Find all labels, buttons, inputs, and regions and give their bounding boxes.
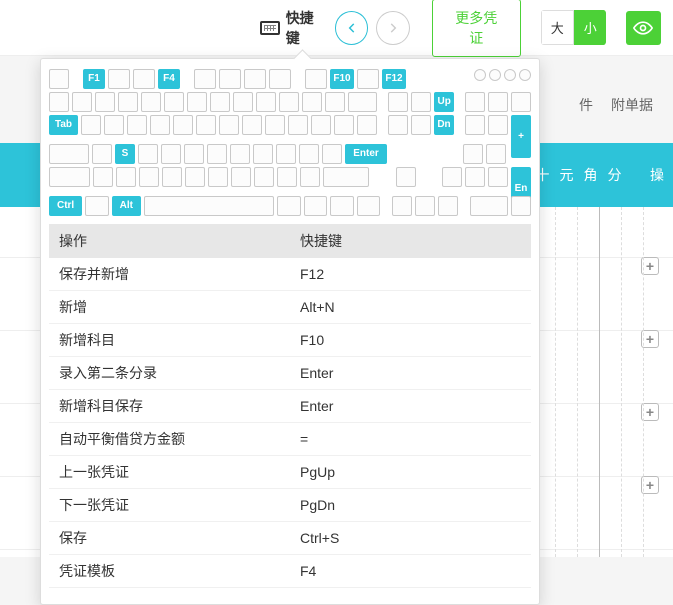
- next-button[interactable]: [376, 11, 409, 45]
- unit-col: 分: [604, 165, 626, 185]
- table-row: 保存Ctrl+S: [49, 522, 531, 555]
- shortcut-popover: F1 F4 F10 F12: [40, 58, 540, 605]
- eye-icon: [633, 18, 653, 38]
- top-toolbar: 快捷键 更多凭证 大 小: [0, 0, 673, 56]
- size-small[interactable]: 小: [574, 10, 606, 45]
- unit-columns: 十 元 角 分: [532, 165, 626, 185]
- secondary-header: 件 附单据: [579, 95, 653, 115]
- key-f1: F1: [83, 69, 105, 89]
- table-head-key: 快捷键: [290, 224, 531, 258]
- size-toggle[interactable]: 大 小: [541, 10, 606, 45]
- key-alt: Alt: [112, 196, 141, 216]
- key-f4: F4: [158, 69, 180, 89]
- keyboard-icon: [260, 21, 280, 35]
- key-f10: F10: [330, 69, 354, 89]
- arrow-right-icon: [386, 21, 400, 35]
- table-row: 新增科目保存Enter: [49, 390, 531, 423]
- shortcut-trigger[interactable]: 快捷键: [260, 8, 327, 48]
- key-plus: +: [511, 115, 531, 158]
- table-row: 自动平衡借贷方金额=: [49, 423, 531, 456]
- table-row: 凭证模板F4: [49, 555, 531, 588]
- preview-button[interactable]: [626, 11, 661, 45]
- table-row: 保存并新增F12: [49, 258, 531, 291]
- key-f12: F12: [382, 69, 406, 89]
- table-row: 下一张凭证PgDn: [49, 489, 531, 522]
- more-voucher-button[interactable]: 更多凭证: [432, 0, 521, 57]
- key-tab: Tab: [49, 115, 78, 135]
- key-s: S: [115, 144, 135, 164]
- arrow-left-icon: [345, 21, 359, 35]
- key-ctrl: Ctrl: [49, 196, 82, 216]
- table-row: 新增科目F10: [49, 324, 531, 357]
- shortcut-tbody: 保存并新增F12 新增Alt+N 新增科目F10 录入第二条分录Enter 新增…: [49, 258, 531, 588]
- table-row: 新增Alt+N: [49, 291, 531, 324]
- size-large[interactable]: 大: [541, 10, 574, 45]
- unit-col: 角: [580, 165, 602, 185]
- key-pgup: Up: [434, 92, 454, 112]
- key-enter: Enter: [345, 144, 387, 164]
- shortcut-label: 快捷键: [286, 8, 327, 48]
- action-col: 操: [650, 165, 665, 185]
- prev-button[interactable]: [335, 11, 368, 45]
- table-row: 上一张凭证PgUp: [49, 456, 531, 489]
- key-pgdn: Dn: [434, 115, 454, 135]
- grid-cols: [555, 207, 665, 557]
- file-label: 件: [579, 95, 593, 115]
- unit-col: 元: [556, 165, 578, 185]
- attach-label[interactable]: 附单据: [611, 95, 653, 115]
- table-head-action: 操作: [49, 224, 290, 258]
- shortcut-table: 操作 快捷键 保存并新增F12 新增Alt+N 新增科目F10 录入第二条分录E…: [49, 224, 531, 588]
- keyboard-diagram: F1 F4 F10 F12: [49, 69, 531, 216]
- table-row: 录入第二条分录Enter: [49, 357, 531, 390]
